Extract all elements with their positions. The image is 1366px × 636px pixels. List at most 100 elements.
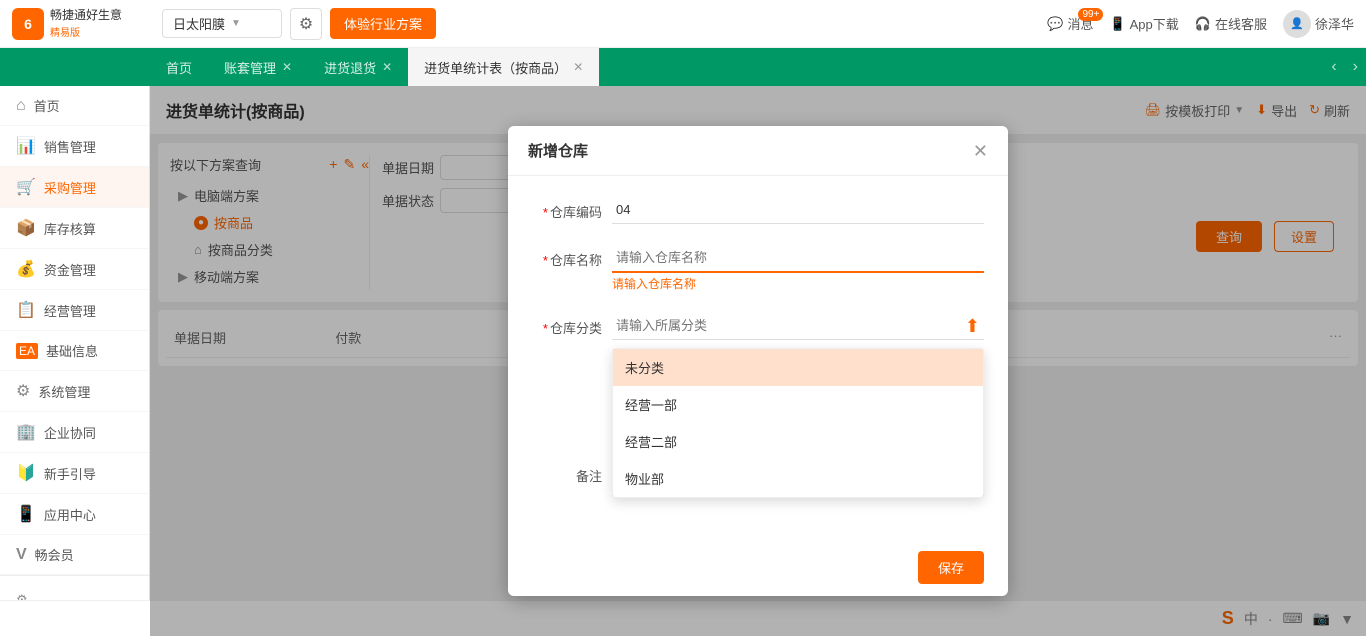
warehouse-name-control: 请输入仓库名称 (612, 244, 984, 292)
basic-info-icon: EA (16, 343, 38, 359)
tab-purchase-return[interactable]: 进货退货 ✕ (308, 48, 408, 86)
trial-button[interactable]: 体验行业方案 (330, 8, 436, 39)
avatar: 👤 (1283, 10, 1311, 38)
tab-home-label: 首页 (166, 58, 192, 77)
tab-purchase-stats[interactable]: 进货单统计表（按商品） ✕ (408, 48, 599, 86)
sidebar-label-purchase: 采购管理 (44, 178, 96, 197)
modal-overlay: 新增仓库 ✕ *仓库编码 (150, 86, 1366, 636)
message-item[interactable]: 💬 消息 99+ (1047, 14, 1093, 33)
save-button[interactable]: 保存 (918, 551, 984, 584)
warehouse-category-control: ⬆ 未分类 经营一部 经营二部 物业部 (612, 312, 984, 340)
warehouse-modal: 新增仓库 ✕ *仓库编码 (508, 126, 1008, 596)
modal-footer: 保存 (508, 539, 1008, 596)
home-icon: ⌂ (16, 97, 26, 115)
message-icon: 💬 (1047, 16, 1063, 32)
sales-icon: 📊 (16, 136, 36, 156)
remarks-label: 备注 (532, 460, 612, 485)
sidebar-label-finance: 资金管理 (44, 260, 96, 279)
username-label: 徐泽华 (1315, 14, 1354, 33)
dropdown-item-unclassified[interactable]: 未分类 (613, 349, 983, 386)
header-center: 日太阳膜 ▼ ⚙ 体验行业方案 (162, 8, 1047, 40)
warehouse-category-row: *仓库分类 ⬆ 未分类 经营一部 经营二部 (532, 312, 984, 340)
sidebar-item-basic-info[interactable]: EA 基础信息 (0, 331, 149, 371)
online-service-item[interactable]: 🎧 在线客服 (1195, 14, 1267, 33)
tab-purchase-return-label: 进货退货 (324, 58, 376, 77)
tab-home[interactable]: 首页 (150, 48, 208, 86)
warehouse-name-label: *仓库名称 (532, 244, 612, 269)
sidebar-item-guide[interactable]: 🔰 新手引导 (0, 453, 149, 494)
sidebar-item-system[interactable]: ⚙ 系统管理 (0, 371, 149, 412)
sidebar-item-finance[interactable]: 💰 资金管理 (0, 249, 149, 290)
sidebar-item-sales[interactable]: 📊 销售管理 (0, 126, 149, 167)
sidebar-item-vip[interactable]: V 畅会员 (0, 535, 149, 575)
app-download-item[interactable]: 📱 App下载 (1109, 14, 1178, 33)
app-download-label: App下载 (1130, 14, 1179, 33)
modal-title: 新增仓库 (528, 140, 588, 161)
settings-button[interactable]: ⚙ (290, 8, 322, 40)
tab-accounts[interactable]: 账套管理 ✕ (208, 48, 308, 86)
warehouse-category-label: *仓库分类 (532, 312, 612, 337)
sidebar-label-guide: 新手引导 (44, 464, 96, 483)
tab-next-btn[interactable]: › (1345, 58, 1366, 76)
tab-accounts-close[interactable]: ✕ (282, 60, 292, 74)
online-service-label: 在线客服 (1215, 14, 1267, 33)
store-selector[interactable]: 日太阳膜 ▼ (162, 9, 282, 38)
sidebar-item-enterprise[interactable]: 🏢 企业协同 (0, 412, 149, 453)
tab-accounts-label: 账套管理 (224, 58, 276, 77)
operations-icon: 📋 (16, 300, 36, 320)
tab-purchase-stats-close[interactable]: ✕ (573, 60, 583, 74)
user-item[interactable]: 👤 徐泽华 (1283, 10, 1354, 38)
sidebar-item-app-center[interactable]: 📱 应用中心 (0, 494, 149, 535)
sidebar-label-enterprise: 企业协同 (44, 423, 96, 442)
gear-icon: ⚙ (299, 14, 313, 34)
message-badge: 99+ (1078, 8, 1103, 21)
system-icon: ⚙ (16, 381, 30, 401)
app-center-icon: 📱 (16, 504, 36, 524)
header-right: 💬 消息 99+ 📱 App下载 🎧 在线客服 👤 徐泽华 (1047, 10, 1354, 38)
logo-area: 6 畅捷通好生意 精易版 (12, 8, 162, 40)
inventory-icon: 📦 (16, 218, 36, 238)
app-edition: 精易版 (50, 24, 122, 39)
tab-bar: 首页 账套管理 ✕ 进货退货 ✕ 进货单统计表（按商品） ✕ ‹ › (0, 48, 1366, 86)
sidebar-label-inventory: 库存核算 (44, 219, 96, 238)
warehouse-code-input[interactable] (612, 196, 984, 224)
tab-purchase-stats-label: 进货单统计表（按商品） (424, 58, 567, 77)
finance-icon: 💰 (16, 259, 36, 279)
headset-icon: 🎧 (1195, 16, 1211, 32)
warehouse-name-row: *仓库名称 请输入仓库名称 (532, 244, 984, 292)
modal-close-button[interactable]: ✕ (973, 142, 988, 160)
modal-header: 新增仓库 ✕ (508, 126, 1008, 176)
app-logo-icon: 6 (12, 8, 44, 40)
dropdown-item-dept1[interactable]: 经营一部 (613, 386, 983, 423)
tab-purchase-return-close[interactable]: ✕ (382, 60, 392, 74)
warehouse-category-input[interactable] (612, 312, 984, 340)
dropdown-item-dept2[interactable]: 经营二部 (613, 423, 983, 460)
purchase-icon: 🛒 (16, 177, 36, 197)
logo-text-area: 畅捷通好生意 精易版 (50, 8, 122, 39)
modal-body: *仓库编码 *仓库名称 请输入仓库名称 (508, 176, 1008, 539)
enterprise-icon: 🏢 (16, 422, 36, 442)
dropdown-item-property[interactable]: 物业部 (613, 460, 983, 497)
sidebar: ⌂ 首页 📊 销售管理 🛒 采购管理 📦 库存核算 💰 资金管理 📋 经营管理 … (0, 86, 150, 636)
sidebar-item-operations[interactable]: 📋 经营管理 (0, 290, 149, 331)
sidebar-label-home: 首页 (34, 96, 60, 115)
sidebar-item-purchase[interactable]: 🛒 采购管理 (0, 167, 149, 208)
sidebar-label-basic-info: 基础信息 (46, 341, 98, 360)
warehouse-name-input[interactable] (612, 244, 984, 273)
sidebar-label-system: 系统管理 (38, 382, 90, 401)
vip-icon: V (16, 546, 27, 564)
sidebar-label-vip: 畅会员 (35, 545, 74, 564)
sidebar-label-operations: 经营管理 (44, 301, 96, 320)
warehouse-code-row: *仓库编码 (532, 196, 984, 224)
store-arrow-icon: ▼ (231, 18, 241, 29)
content-area: 进货单统计(按商品) 🖨 按模板打印 ▼ ⬇ 导出 ↻ 刷新 (150, 86, 1366, 636)
category-dropdown: 未分类 经营一部 经营二部 物业部 (612, 348, 984, 498)
warehouse-code-label: *仓库编码 (532, 196, 612, 221)
sidebar-item-inventory[interactable]: 📦 库存核算 (0, 208, 149, 249)
sidebar-item-home[interactable]: ⌂ 首页 (0, 86, 149, 126)
guide-icon: 🔰 (16, 463, 36, 483)
sidebar-label-sales: 销售管理 (44, 137, 96, 156)
category-toggle-icon[interactable]: ⬆ (965, 316, 980, 337)
store-name: 日太阳膜 (173, 14, 225, 33)
tab-prev-btn[interactable]: ‹ (1323, 58, 1344, 76)
